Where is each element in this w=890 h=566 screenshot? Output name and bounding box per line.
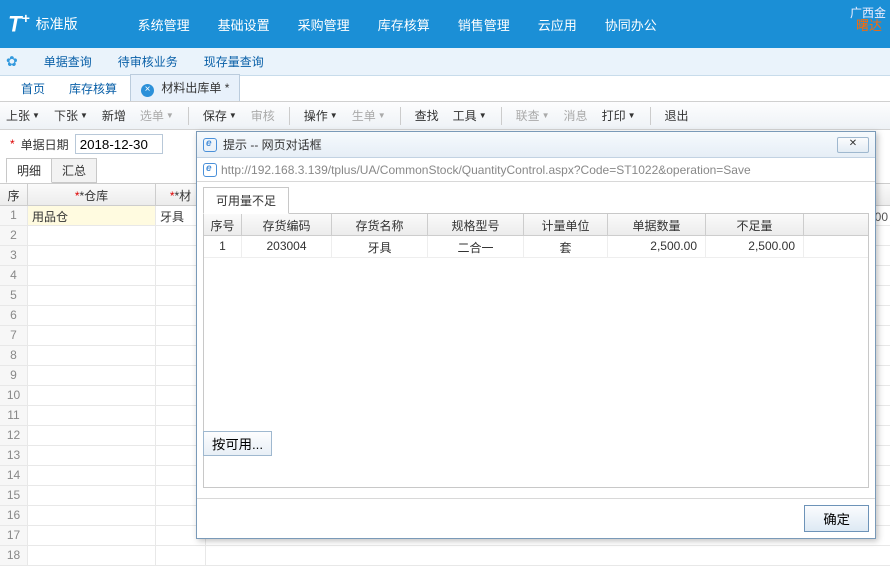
- dialog-url-bar: http://192.168.3.139/tplus/UA/CommonStoc…: [197, 158, 875, 182]
- nav-collab[interactable]: 协同办公: [605, 15, 657, 34]
- dialog-titlebar[interactable]: 提示 -- 网页对话框 ✕: [197, 132, 875, 158]
- dialog-tab[interactable]: 可用量不足: [203, 187, 289, 214]
- close-icon[interactable]: ×: [141, 84, 154, 97]
- nav-sales[interactable]: 销售管理: [458, 15, 510, 34]
- dcol-lack: 不足量: [706, 214, 804, 235]
- find-button[interactable]: 查找: [415, 107, 439, 124]
- subbar-stock[interactable]: 现存量查询: [204, 53, 264, 70]
- dcol-name: 存货名称: [332, 214, 428, 235]
- overflow-value: 00: [875, 210, 888, 224]
- operate-button[interactable]: 操作▼: [304, 107, 338, 124]
- dcol-qty: 单据数量: [608, 214, 706, 235]
- logo: T+: [8, 10, 30, 37]
- ie-icon: [203, 163, 217, 177]
- nav-inventory[interactable]: 库存核算: [378, 15, 430, 34]
- nav-cloud[interactable]: 云应用: [538, 15, 577, 34]
- required-marker: *: [10, 137, 15, 151]
- page-tabs: 首页 库存核算 × 材料出库单 *: [0, 76, 890, 102]
- exit-button[interactable]: 退出: [665, 107, 689, 124]
- dialog-close-button[interactable]: ✕: [837, 137, 869, 153]
- sub-bar: ✿ 单据查询 待审核业务 现存量查询: [0, 48, 890, 76]
- toolbar: 上张▼ 下张▼ 新增 选单▼ 保存▼ 审核 操作▼ 生单▼ 查找 工具▼ 联查▼…: [0, 102, 890, 130]
- link-button[interactable]: 联查▼: [516, 107, 550, 124]
- main-nav: 系统管理 基础设置 采购管理 库存核算 销售管理 云应用 协同办公: [138, 15, 856, 34]
- msg-button[interactable]: 消息: [564, 107, 588, 124]
- dialog-title: 提示 -- 网页对话框: [223, 136, 831, 153]
- save-button[interactable]: 保存▼: [203, 107, 237, 124]
- dialog-url: http://192.168.3.139/tplus/UA/CommonStoc…: [221, 163, 751, 177]
- tools-button[interactable]: 工具▼: [453, 107, 487, 124]
- edition-label: 标准版: [36, 14, 78, 34]
- by-available-button[interactable]: 按可用...: [203, 431, 272, 456]
- nav-purchase[interactable]: 采购管理: [298, 15, 350, 34]
- dcol-code: 存货编码: [242, 214, 332, 235]
- print-button[interactable]: 打印▼: [602, 107, 636, 124]
- audit-button[interactable]: 审核: [251, 107, 275, 124]
- corner-label: 广西金: [850, 4, 886, 21]
- tab-detail[interactable]: 明细: [6, 158, 52, 183]
- next-button[interactable]: 下张▼: [54, 107, 88, 124]
- dcol-spec: 规格型号: [428, 214, 524, 235]
- tab-home[interactable]: 首页: [10, 75, 56, 101]
- dcol-unit: 计量单位: [524, 214, 608, 235]
- col-warehouse: **仓库: [28, 184, 156, 205]
- select-button[interactable]: 选单▼: [140, 107, 174, 124]
- ie-icon: [203, 138, 217, 152]
- dialog-grid: 序号 存货编码 存货名称 规格型号 计量单位 单据数量 不足量 1203004牙…: [203, 213, 869, 488]
- app-header: T+ 标准版 系统管理 基础设置 采购管理 库存核算 销售管理 云应用 协同办公…: [0, 0, 890, 48]
- tab-material-out[interactable]: × 材料出库单 *: [130, 74, 240, 101]
- gear-icon[interactable]: ✿: [6, 53, 18, 70]
- nav-base[interactable]: 基础设置: [218, 15, 270, 34]
- dcol-sn: 序号: [204, 214, 242, 235]
- table-row[interactable]: 18: [0, 546, 890, 566]
- ok-button[interactable]: 确定: [804, 505, 869, 532]
- table-row[interactable]: 1203004牙具二合一套2,500.002,500.00: [204, 236, 868, 258]
- subbar-query[interactable]: 单据查询: [44, 53, 92, 70]
- generate-button[interactable]: 生单▼: [352, 107, 386, 124]
- tab-inventory[interactable]: 库存核算: [58, 75, 128, 101]
- prev-button[interactable]: 上张▼: [6, 107, 40, 124]
- col-sn: 序号: [0, 184, 28, 205]
- date-label: 单据日期: [21, 136, 69, 153]
- add-button[interactable]: 新增: [102, 107, 126, 124]
- tab-summary[interactable]: 汇总: [51, 158, 97, 183]
- date-input[interactable]: [75, 134, 163, 154]
- alert-dialog: 提示 -- 网页对话框 ✕ http://192.168.3.139/tplus…: [196, 131, 876, 539]
- subbar-pending[interactable]: 待审核业务: [118, 53, 178, 70]
- nav-system[interactable]: 系统管理: [138, 15, 190, 34]
